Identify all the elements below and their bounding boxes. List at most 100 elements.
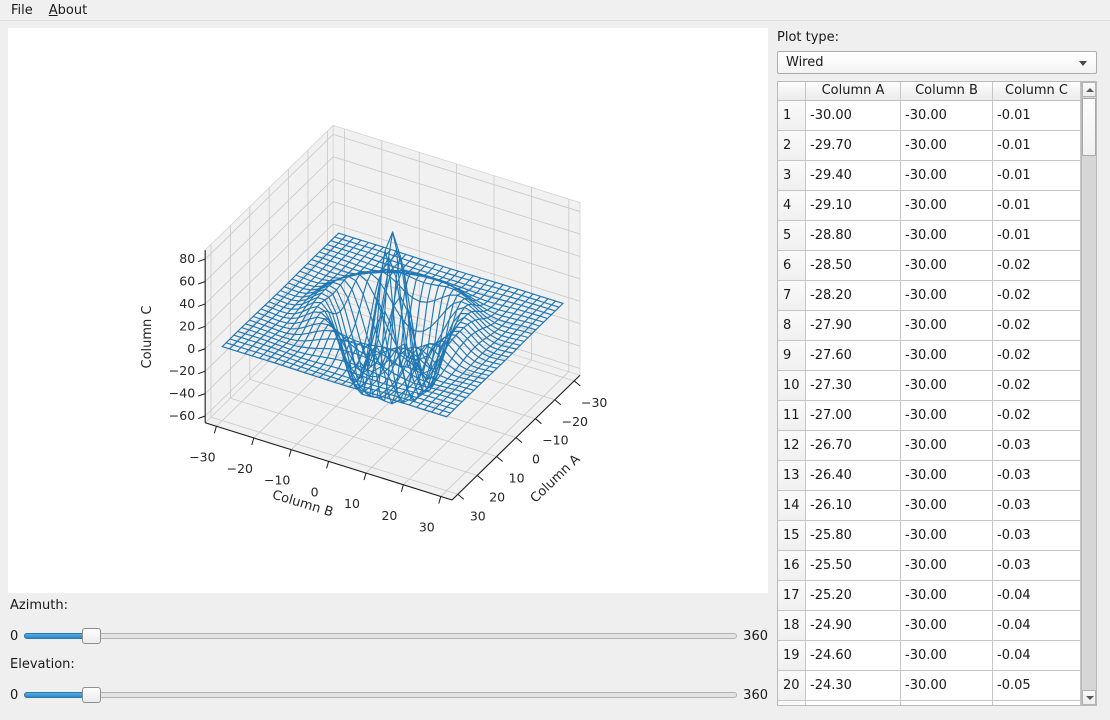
table-cell[interactable]: -27.60 <box>806 341 901 371</box>
table-cell[interactable]: -26.40 <box>806 461 901 491</box>
row-header[interactable]: 15 <box>778 521 806 551</box>
row-header[interactable]: 17 <box>778 581 806 611</box>
table-cell[interactable]: -24.30 <box>806 671 901 701</box>
table-cell[interactable]: -0.02 <box>993 341 1081 371</box>
table-row[interactable]: 14-26.10-30.00-0.03 <box>778 491 1081 521</box>
table-cell[interactable]: -27.30 <box>806 371 901 401</box>
table-cell[interactable]: -30.00 <box>901 161 993 191</box>
plot-type-dropdown[interactable]: Wired <box>777 51 1097 74</box>
row-header[interactable]: 10 <box>778 371 806 401</box>
table-cell[interactable]: -0.03 <box>993 431 1081 461</box>
table-cell[interactable]: -30.00 <box>901 191 993 221</box>
table-cell[interactable]: -30.00 <box>901 491 993 521</box>
table-cell[interactable]: -30.00 <box>901 611 993 641</box>
row-header[interactable]: 20 <box>778 671 806 701</box>
table-cell[interactable]: -25.80 <box>806 521 901 551</box>
table-row[interactable]: 13-26.40-30.00-0.03 <box>778 461 1081 491</box>
table-cell[interactable]: -0.03 <box>993 521 1081 551</box>
elevation-slider-handle[interactable] <box>82 687 101 703</box>
table-cell[interactable]: -0.02 <box>993 281 1081 311</box>
row-header[interactable]: 1 <box>778 101 806 131</box>
table-cell[interactable]: -0.03 <box>993 491 1081 521</box>
table-cell[interactable] <box>806 701 901 705</box>
table-cell[interactable]: -30.00 <box>901 431 993 461</box>
row-header[interactable]: 5 <box>778 221 806 251</box>
table-row[interactable]: 5-28.80-30.00-0.01 <box>778 221 1081 251</box>
table-cell[interactable]: -0.04 <box>993 611 1081 641</box>
table-cell[interactable]: -30.00 <box>901 521 993 551</box>
table-cell[interactable]: -0.02 <box>993 401 1081 431</box>
table-cell[interactable]: -28.80 <box>806 221 901 251</box>
column-header-column-b[interactable]: Column B <box>901 82 993 100</box>
scrollbar-thumb[interactable] <box>1082 98 1096 156</box>
menu-item-file[interactable]: File <box>3 2 41 19</box>
row-header[interactable]: 13 <box>778 461 806 491</box>
table-cell[interactable]: -0.05 <box>993 671 1081 701</box>
table-cell[interactable]: -30.00 <box>901 281 993 311</box>
table-row[interactable]: 9-27.60-30.00-0.02 <box>778 341 1081 371</box>
table-cell[interactable]: -25.20 <box>806 581 901 611</box>
table-cell[interactable]: -30.00 <box>901 551 993 581</box>
table-cell[interactable]: -0.01 <box>993 161 1081 191</box>
table-row[interactable]: 16-25.50-30.00-0.03 <box>778 551 1081 581</box>
table-cell[interactable]: -0.01 <box>993 131 1081 161</box>
table-cell[interactable]: -0.03 <box>993 551 1081 581</box>
row-header[interactable]: 11 <box>778 401 806 431</box>
table-cell[interactable]: -0.02 <box>993 311 1081 341</box>
table-cell[interactable]: -0.02 <box>993 251 1081 281</box>
column-header-column-a[interactable]: Column A <box>806 82 901 100</box>
table-corner-cell[interactable] <box>778 82 806 100</box>
table-row[interactable]: 2-29.70-30.00-0.01 <box>778 131 1081 161</box>
table-cell[interactable]: -30.00 <box>901 461 993 491</box>
table-row[interactable]: 20-24.30-30.00-0.05 <box>778 671 1081 701</box>
table-cell[interactable]: -0.01 <box>993 101 1081 131</box>
row-header[interactable]: 3 <box>778 161 806 191</box>
table-row[interactable]: 15-25.80-30.00-0.03 <box>778 521 1081 551</box>
table-cell[interactable] <box>993 701 1081 705</box>
plot-figure[interactable]: 806040200−20−40−60−30−20−100102030−30−20… <box>8 28 768 593</box>
table-cell[interactable]: -28.20 <box>806 281 901 311</box>
row-header[interactable]: 14 <box>778 491 806 521</box>
menu-item-about[interactable]: About <box>41 2 95 19</box>
table-cell[interactable]: -27.90 <box>806 311 901 341</box>
table-cell[interactable]: -30.00 <box>901 251 993 281</box>
row-header[interactable]: 16 <box>778 551 806 581</box>
table-cell[interactable] <box>901 701 993 705</box>
table-cell[interactable]: -0.04 <box>993 641 1081 671</box>
table-row[interactable]: 12-26.70-30.00-0.03 <box>778 431 1081 461</box>
table-row[interactable]: 11-27.00-30.00-0.02 <box>778 401 1081 431</box>
table-cell[interactable]: -24.60 <box>806 641 901 671</box>
row-header[interactable]: 8 <box>778 311 806 341</box>
table-row[interactable]: 18-24.90-30.00-0.04 <box>778 611 1081 641</box>
table-cell[interactable]: -30.00 <box>901 371 993 401</box>
row-header[interactable]: 2 <box>778 131 806 161</box>
table-row[interactable]: 3-29.40-30.00-0.01 <box>778 161 1081 191</box>
table-vertical-scrollbar[interactable] <box>1081 82 1096 705</box>
table-cell[interactable]: -24.90 <box>806 611 901 641</box>
row-header[interactable]: 7 <box>778 281 806 311</box>
table-cell[interactable]: -0.02 <box>993 371 1081 401</box>
table-cell[interactable]: -28.50 <box>806 251 901 281</box>
row-header[interactable]: 4 <box>778 191 806 221</box>
table-cell[interactable]: -25.50 <box>806 551 901 581</box>
table-row[interactable]: 6-28.50-30.00-0.02 <box>778 251 1081 281</box>
table-cell[interactable]: -30.00 <box>901 221 993 251</box>
scroll-down-button[interactable] <box>1082 690 1096 705</box>
table-cell[interactable]: -0.01 <box>993 221 1081 251</box>
table-cell[interactable]: -30.00 <box>901 401 993 431</box>
table-row[interactable]: 17-25.20-30.00-0.04 <box>778 581 1081 611</box>
table-cell[interactable]: -29.40 <box>806 161 901 191</box>
azimuth-slider-handle[interactable] <box>82 628 101 644</box>
scroll-up-button[interactable] <box>1082 82 1096 97</box>
table-cell[interactable]: -30.00 <box>901 641 993 671</box>
table-row[interactable]: 19-24.60-30.00-0.04 <box>778 641 1081 671</box>
azimuth-slider[interactable] <box>24 633 737 639</box>
table-row[interactable] <box>778 701 1081 705</box>
row-header[interactable]: 12 <box>778 431 806 461</box>
elevation-slider[interactable] <box>24 692 737 698</box>
table-cell[interactable]: -0.01 <box>993 191 1081 221</box>
table-cell[interactable]: -30.00 <box>806 101 901 131</box>
table-row[interactable]: 8-27.90-30.00-0.02 <box>778 311 1081 341</box>
table-cell[interactable]: -0.03 <box>993 461 1081 491</box>
table-cell[interactable]: -30.00 <box>901 311 993 341</box>
